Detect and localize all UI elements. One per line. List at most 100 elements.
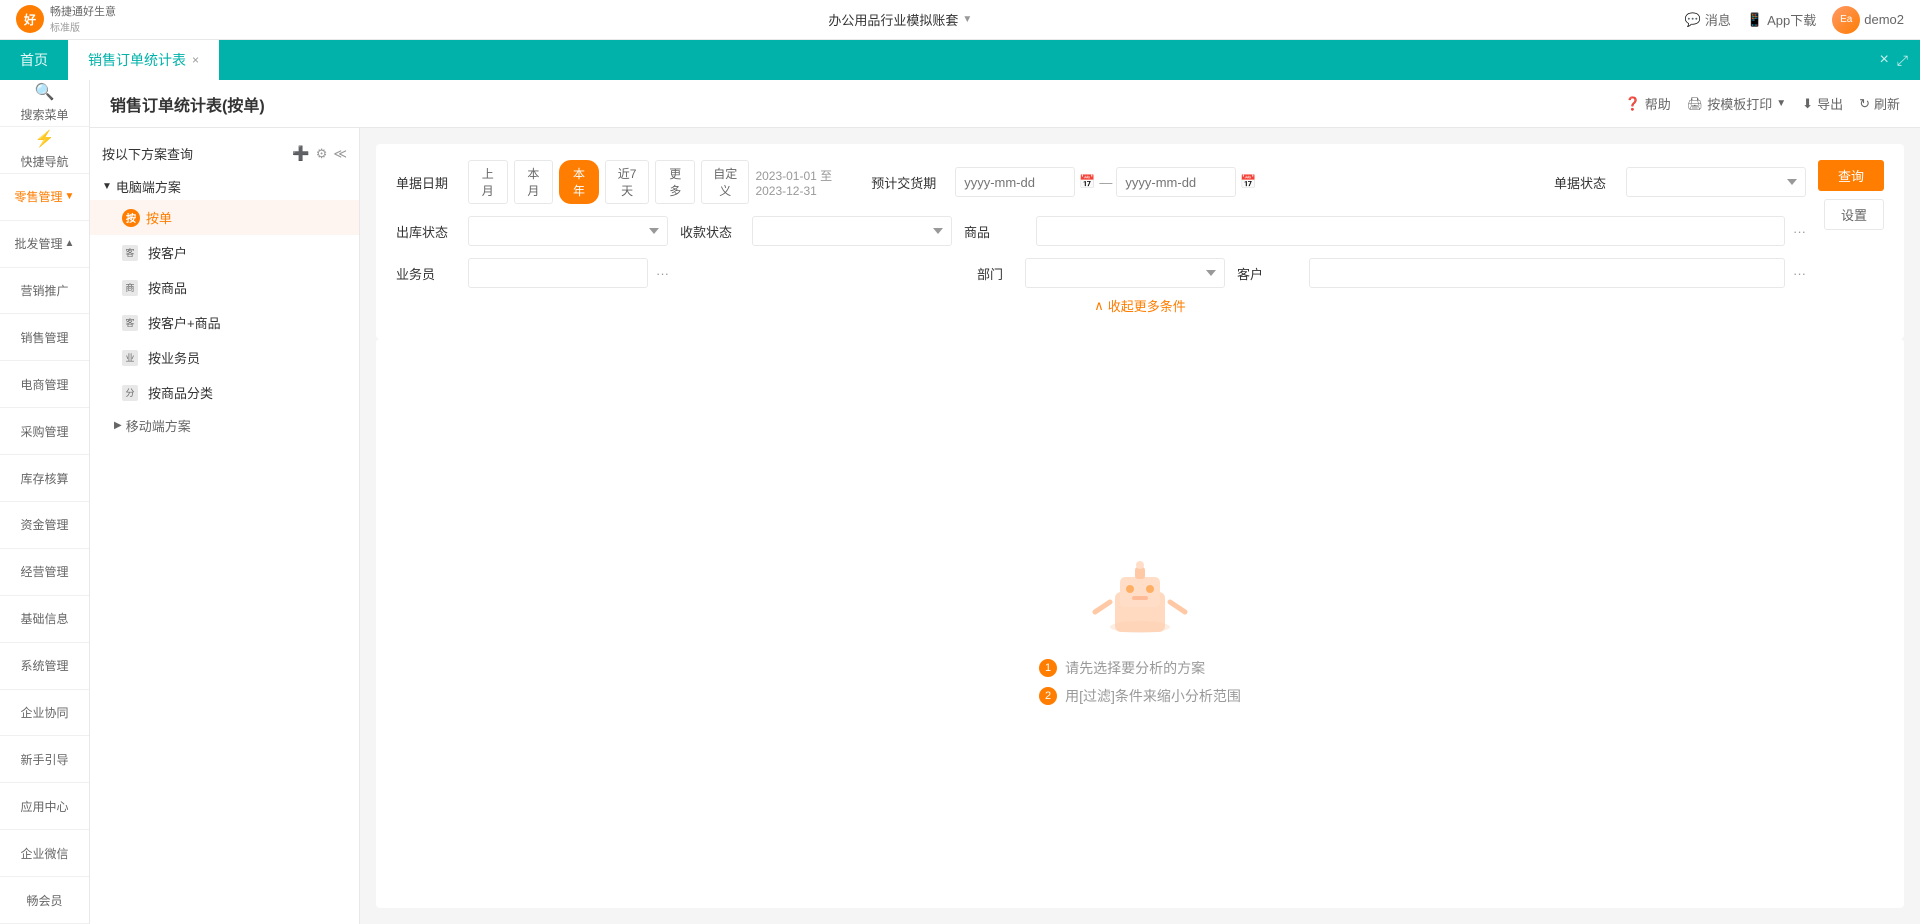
- date-btn-this-month[interactable]: 本月: [514, 160, 554, 204]
- customer-more-btn[interactable]: ···: [1793, 266, 1806, 281]
- sidebar-item-newbie[interactable]: 新手引导: [0, 736, 89, 783]
- sidebar-item-purchase[interactable]: 采购管理: [0, 408, 89, 455]
- sidebar-item-marketing[interactable]: 营销推广: [0, 268, 89, 315]
- delivery-date-from[interactable]: [955, 167, 1075, 197]
- settings-scheme-btn[interactable]: ⚙: [316, 146, 328, 162]
- top-bar-center[interactable]: 办公用品行业模拟账套 ▼: [828, 10, 972, 29]
- logo-area: 好 畅捷通好生意 标准版: [16, 5, 116, 34]
- refresh-icon: ↻: [1859, 96, 1870, 112]
- sidebar-item-quicknav[interactable]: ⚡ 快捷导航: [0, 127, 89, 174]
- tree-item-by-cust-goods[interactable]: 客 按客户+商品: [90, 305, 359, 340]
- customer-filter-group: ···: [1309, 258, 1806, 288]
- print-icon: 🖨: [1687, 96, 1704, 112]
- btn-group-right: 查询 设置: [1818, 160, 1884, 230]
- calendar-icon-2[interactable]: 📅: [1240, 174, 1256, 190]
- tree-item-by-goods[interactable]: 商 按商品: [90, 270, 359, 305]
- salesperson-input[interactable]: [468, 258, 648, 288]
- department-select[interactable]: [1025, 258, 1225, 288]
- date-btn-this-year[interactable]: 本年: [559, 160, 599, 204]
- tree-item-by-salesperson[interactable]: 业 按业务员: [90, 340, 359, 375]
- tab-sales-stat[interactable]: 销售订单统计表 ×: [68, 40, 219, 80]
- messages-btn[interactable]: 💬 消息: [1685, 10, 1731, 29]
- export-btn[interactable]: ⬇ 导出: [1802, 94, 1843, 113]
- help-btn[interactable]: ❓ 帮助: [1625, 94, 1671, 113]
- customer-input[interactable]: [1309, 258, 1785, 288]
- message-icon: 💬: [1685, 12, 1701, 28]
- filter-row-with-btn: 单据日期 上月 本月 本年 近7天 更多 自定义 2023-01-01 至 20…: [396, 160, 1884, 288]
- nav-tab-end: × ⤢: [1879, 51, 1920, 69]
- export-icon: ⬇: [1802, 96, 1813, 112]
- sidebar-item-apps[interactable]: 应用中心: [0, 783, 89, 830]
- delivery-date-to[interactable]: [1116, 167, 1236, 197]
- template-print-btn[interactable]: 🖨 按模板打印 ▼: [1687, 94, 1786, 113]
- date-btn-custom[interactable]: 自定义: [701, 160, 749, 204]
- company-dropdown-icon[interactable]: ▼: [962, 14, 972, 25]
- tree-item-by-customer[interactable]: 客 按客户: [90, 235, 359, 270]
- receive-status-select[interactable]: [752, 216, 952, 246]
- date-btn-last-month[interactable]: 上月: [468, 160, 508, 204]
- sidebar-item-search[interactable]: 🔍 搜索菜单: [0, 80, 89, 127]
- top-bar-left: 好 畅捷通好生意 标准版: [16, 5, 116, 34]
- logo-icon: 好: [16, 5, 44, 33]
- empty-step-1: 1 请先选择要分析的方案: [1039, 658, 1241, 678]
- refresh-btn[interactable]: ↻ 刷新: [1859, 94, 1900, 113]
- salesperson-more-btn[interactable]: ···: [656, 266, 669, 281]
- sidebar-item-system[interactable]: 系统管理: [0, 643, 89, 690]
- sidebar-item-inventory[interactable]: 库存核算: [0, 455, 89, 502]
- sidebar-item-ecommerce[interactable]: 电商管理: [0, 361, 89, 408]
- collapse-panel-btn[interactable]: ≪: [333, 146, 347, 162]
- sidebar-item-wechat[interactable]: 企业微信: [0, 830, 89, 877]
- date-btn-more[interactable]: 更多: [655, 160, 695, 204]
- sidebar-item-enterprise[interactable]: 企业协同: [0, 690, 89, 737]
- logo-text-area: 畅捷通好生意 标准版: [50, 5, 116, 34]
- app-download-btn[interactable]: 📱 App下载: [1747, 10, 1816, 29]
- sidebar-item-operation[interactable]: 经营管理: [0, 549, 89, 596]
- tree-parent-mobile[interactable]: ▶ 移动端方案: [90, 410, 359, 439]
- by-customer-icon: 客: [122, 245, 138, 261]
- page-title: 销售订单统计表(按单): [110, 92, 265, 116]
- tab-home[interactable]: 首页: [0, 40, 68, 80]
- sidebar-item-retail[interactable]: 零售管理 ▼: [0, 174, 89, 221]
- settings-filter-btn[interactable]: 设置: [1824, 199, 1884, 230]
- user-area[interactable]: Ea demo2: [1832, 6, 1904, 34]
- nav-tabs: 首页 销售订单统计表 × × ⤢: [0, 40, 1920, 80]
- filter-row-2: 出库状态 收款状态 商品 ···: [396, 216, 1806, 246]
- empty-step-2: 2 用[过滤]条件来缩小分析范围: [1039, 686, 1241, 706]
- tab-maximize-btn[interactable]: ⤢: [1897, 52, 1908, 69]
- sidebar-item-sales[interactable]: 销售管理: [0, 314, 89, 361]
- sidebar-item-wholesale[interactable]: 批发管理 ▲: [0, 221, 89, 268]
- top-bar-right: 💬 消息 📱 App下载 Ea demo2: [1685, 6, 1904, 34]
- goods-input[interactable]: [1036, 216, 1785, 246]
- sidebar-item-basic[interactable]: 基础信息: [0, 596, 89, 643]
- query-btn[interactable]: 查询: [1818, 160, 1884, 191]
- goods-more-btn[interactable]: ···: [1793, 224, 1806, 239]
- delivery-date-group: 📅 — 📅: [955, 167, 1542, 197]
- by-salesperson-icon: 业: [122, 350, 138, 366]
- delivery-date-label: 预计交货期: [871, 173, 943, 192]
- delivery-status-select[interactable]: [468, 216, 668, 246]
- sidebar-item-finance[interactable]: 资金管理: [0, 502, 89, 549]
- left-panel-actions: ➕ ⚙ ≪: [292, 145, 347, 162]
- empty-state-icon: [1090, 542, 1190, 642]
- collapse-bar[interactable]: ∧ 收起更多条件: [396, 288, 1884, 323]
- left-panel-header: 按以下方案查询 ➕ ⚙ ≪: [90, 140, 359, 171]
- wholesale-arrow-icon: ▲: [65, 238, 75, 249]
- status-select[interactable]: [1626, 167, 1806, 197]
- receive-status-label: 收款状态: [680, 222, 740, 241]
- main-layout: 🔍 搜索菜单 ⚡ 快捷导航 零售管理 ▼ 批发管理 ▲ 营销推广 销售管理 电商…: [0, 80, 1920, 924]
- tree-item-by-order[interactable]: 按 按单: [90, 200, 359, 235]
- tree-parent-desktop[interactable]: ▼ 电脑端方案: [90, 171, 359, 200]
- top-bar: 好 畅捷通好生意 标准版 办公用品行业模拟账套 ▼ 💬 消息 📱 App下载 E…: [0, 0, 1920, 40]
- calendar-icon-1[interactable]: 📅: [1079, 174, 1095, 190]
- empty-steps: 1 请先选择要分析的方案 2 用[过滤]条件来缩小分析范围: [1039, 658, 1241, 706]
- date-filter-label: 单据日期: [396, 173, 456, 192]
- date-btn-7days[interactable]: 近7天: [605, 160, 650, 204]
- sidebar-item-member[interactable]: 畅会员: [0, 877, 89, 924]
- add-scheme-btn[interactable]: ➕: [292, 145, 309, 162]
- mobile-expand-arrow: ▶: [114, 420, 122, 431]
- tab-close-btn[interactable]: ×: [192, 53, 199, 67]
- tree-item-by-category[interactable]: 分 按商品分类: [90, 375, 359, 410]
- quicknav-icon: ⚡: [35, 129, 55, 149]
- department-label: 部门: [977, 264, 1013, 283]
- tab-close-window-btn[interactable]: ×: [1879, 51, 1888, 69]
